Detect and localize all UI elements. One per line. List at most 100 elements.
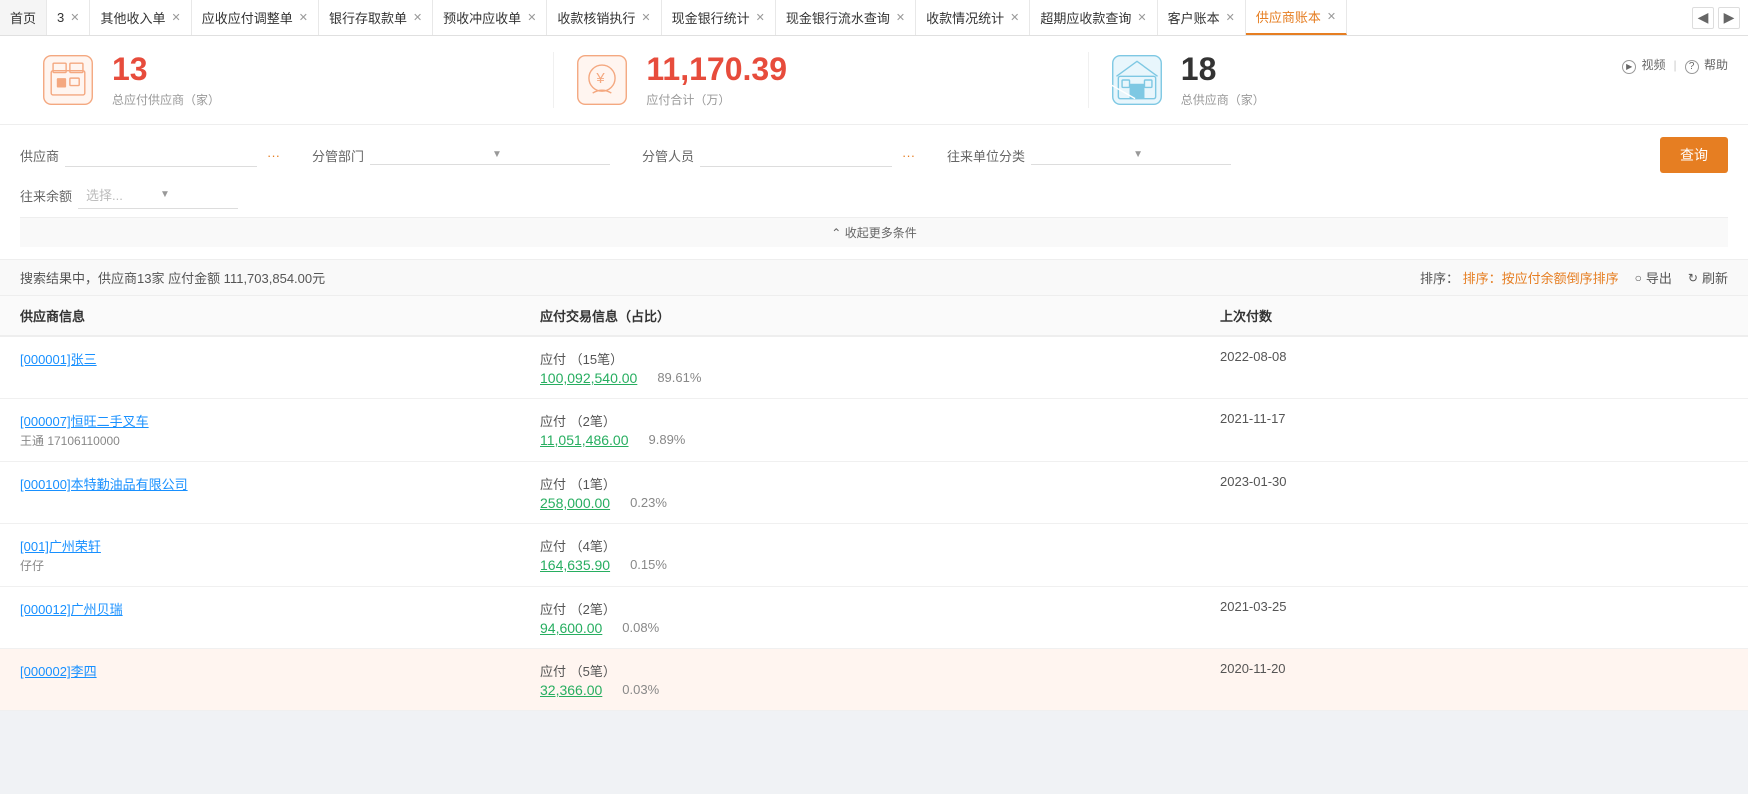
close-icon-receipt-stat[interactable]: ✕	[1010, 11, 1019, 24]
amount-link-3[interactable]: 258,000.00	[540, 495, 610, 511]
supplier-info-4: [001]广州荣轩 仔仔	[20, 536, 540, 574]
pct-1: 89.61%	[657, 370, 701, 385]
nav-item-receipt-verify[interactable]: 收款核销执行 ✕	[547, 0, 661, 35]
card1-content: 13 总应付供应商（家）	[112, 52, 533, 108]
close-icon-bank-deposit[interactable]: ✕	[413, 11, 422, 24]
collapse-button[interactable]: 收起更多条件	[831, 226, 916, 240]
nav-item-tab3-label: 3	[57, 10, 64, 25]
filter-row-2: 往来余额 选择... ▼	[20, 181, 1728, 209]
supplier-filter-input[interactable]	[65, 143, 257, 167]
amount-link-5[interactable]: 94,600.00	[540, 620, 602, 636]
close-icon-other-income[interactable]: ✕	[171, 11, 180, 24]
supplier-link-3[interactable]: [000100]本特勤油品有限公司	[20, 477, 188, 492]
filter-person: 分管人员 ···	[642, 143, 915, 167]
nav-item-overdue-ar[interactable]: 超期应收款查询 ✕	[1030, 0, 1157, 35]
nav-item-ar-ap-adjust[interactable]: 应收应付调整单 ✕	[192, 0, 319, 35]
card1-number: 13	[112, 52, 533, 87]
card1-label: 总应付供应商（家）	[112, 91, 533, 108]
supplier-info-5: [000012]广州贝瑞	[20, 599, 540, 618]
category-filter-select[interactable]: ▼	[1031, 145, 1231, 165]
supplier-link-4[interactable]: [001]广州荣轩	[20, 539, 101, 554]
dept-filter-select[interactable]: ▼	[370, 145, 610, 165]
summary-section: 13 总应付供应商（家） ¥ 11,170.39 应付合计（万）	[0, 36, 1748, 125]
supplier-info-6: [000002]李四	[20, 661, 540, 680]
close-icon-supplier-ledger[interactable]: ✕	[1327, 10, 1336, 23]
table-row: [000002]李四 应付 （5笔） 32,366.00 0.03% 2020-…	[0, 649, 1748, 711]
balance-filter-placeholder: 选择...	[86, 185, 156, 204]
amount-icon: ¥	[574, 52, 630, 108]
filter-section: 供应商 ··· 分管部门 ▼ 分管人员 ··· 往来单位分类 ▼ 查询	[0, 125, 1748, 260]
close-icon-cash-bank-flow[interactable]: ✕	[896, 11, 905, 24]
close-icon-cash-bank-stat[interactable]: ✕	[756, 11, 765, 24]
export-button[interactable]: ○ 导出	[1635, 268, 1672, 287]
nav-item-home-label: 首页	[10, 8, 36, 27]
pay-type-1: 应付 （15笔）	[540, 349, 1220, 368]
balance-dropdown-icon: ▼	[160, 189, 230, 200]
nav-item-supplier-ledger-label: 供应商账本	[1256, 7, 1321, 26]
nav-item-receipt-stat[interactable]: 收款情况统计 ✕	[916, 0, 1030, 35]
supplier-filter-dots[interactable]: ···	[267, 148, 280, 163]
supplier-info-1: [000001]张三	[20, 349, 540, 368]
card3-label: 总供应商（家）	[1181, 91, 1602, 108]
filter-balance: 往来余额 选择... ▼	[20, 181, 238, 209]
close-icon-ar-ap-adjust[interactable]: ✕	[299, 11, 308, 24]
col-header-supplier: 供应商信息	[20, 306, 540, 325]
pay-type-2: 应付 （2笔）	[540, 411, 1220, 430]
balance-filter-select[interactable]: 选择... ▼	[78, 181, 238, 209]
sort-label: 排序： 排序：按应付余额倒序排序	[1420, 268, 1619, 287]
nav-item-supplier-ledger[interactable]: 供应商账本 ✕	[1246, 0, 1347, 35]
table-row: [000100]本特勤油品有限公司 应付 （1笔） 258,000.00 0.2…	[0, 462, 1748, 524]
nav-right-arrow[interactable]: ▶	[1718, 7, 1740, 29]
video-link[interactable]: ▶ 视频	[1622, 56, 1665, 74]
query-button[interactable]: 查询	[1660, 137, 1728, 173]
nav-item-overdue-ar-label: 超期应收款查询	[1040, 8, 1131, 27]
nav-left-arrow[interactable]: ◀	[1692, 7, 1714, 29]
pct-6: 0.03%	[622, 682, 659, 697]
nav-item-cash-bank-flow-label: 现金银行流水查询	[786, 8, 890, 27]
person-filter-input[interactable]	[700, 143, 892, 167]
supplier-link-1[interactable]: [000001]张三	[20, 352, 97, 367]
nav-item-cash-bank-flow[interactable]: 现金银行流水查询 ✕	[776, 0, 916, 35]
supplier-link-2[interactable]: [000007]恒旺二手叉车	[20, 414, 149, 429]
close-icon-prepay-offset[interactable]: ✕	[527, 11, 536, 24]
collapse-bar: 收起更多条件	[20, 217, 1728, 247]
supplier-sub-2: 王通 17106110000	[20, 432, 540, 449]
transaction-info-5: 应付 （2笔） 94,600.00 0.08%	[540, 599, 1220, 636]
person-filter-dots[interactable]: ···	[902, 148, 915, 163]
supplier-link-6[interactable]: [000002]李四	[20, 664, 97, 679]
card2-content: 11,170.39 应付合计（万）	[646, 52, 1067, 108]
filter-category: 往来单位分类 ▼	[947, 145, 1231, 165]
close-icon-tab3[interactable]: ✕	[70, 11, 79, 24]
top-right-links: ▶ 视频 | ? 帮助	[1622, 56, 1728, 74]
nav-item-other-income[interactable]: 其他收入单 ✕	[90, 0, 191, 35]
sort-select[interactable]: 排序：按应付余额倒序排序	[1463, 271, 1619, 286]
amount-link-2[interactable]: 11,051,486.00	[540, 432, 629, 448]
nav-item-prepay-offset[interactable]: 预收冲应收单 ✕	[433, 0, 547, 35]
nav-item-receipt-verify-label: 收款核销执行	[557, 8, 635, 27]
card3-number: 18	[1181, 52, 1602, 87]
help-link[interactable]: ? 帮助	[1685, 56, 1728, 74]
table-row: [000001]张三 应付 （15笔） 100,092,540.00 89.61…	[0, 337, 1748, 399]
pay-type-4: 应付 （4笔）	[540, 536, 1220, 555]
nav-item-bank-deposit[interactable]: 银行存取款单 ✕	[319, 0, 433, 35]
pay-type-5: 应付 （2笔）	[540, 599, 1220, 618]
supplier-link-5[interactable]: [000012]广州贝瑞	[20, 602, 123, 617]
close-icon-overdue-ar[interactable]: ✕	[1137, 11, 1146, 24]
table-row: [000012]广州贝瑞 应付 （2笔） 94,600.00 0.08% 202…	[0, 587, 1748, 649]
summary-card-total-suppliers: 18 总供应商（家）	[1088, 52, 1622, 108]
nav-item-customer-ledger[interactable]: 客户账本 ✕	[1158, 0, 1246, 35]
amount-link-6[interactable]: 32,366.00	[540, 682, 602, 698]
amount-link-1[interactable]: 100,092,540.00	[540, 370, 637, 386]
close-icon-customer-ledger[interactable]: ✕	[1226, 11, 1235, 24]
pay-type-3: 应付 （1笔）	[540, 474, 1220, 493]
summary-card-ap-suppliers: 13 总应付供应商（家）	[20, 52, 553, 108]
close-icon-receipt-verify[interactable]: ✕	[641, 11, 650, 24]
table-section: 供应商信息 应付交易信息（占比） 上次付数 [000001]张三 应付 （15笔…	[0, 296, 1748, 711]
table-body: [000001]张三 应付 （15笔） 100,092,540.00 89.61…	[0, 337, 1748, 711]
amount-link-4[interactable]: 164,635.90	[540, 557, 610, 573]
nav-item-home[interactable]: 首页	[0, 0, 47, 35]
refresh-button[interactable]: ↻ 刷新	[1688, 268, 1728, 287]
nav-item-bank-deposit-label: 银行存取款单	[329, 8, 407, 27]
nav-item-cash-bank-stat[interactable]: 现金银行统计 ✕	[662, 0, 776, 35]
nav-item-tab3[interactable]: 3 ✕	[47, 0, 90, 35]
